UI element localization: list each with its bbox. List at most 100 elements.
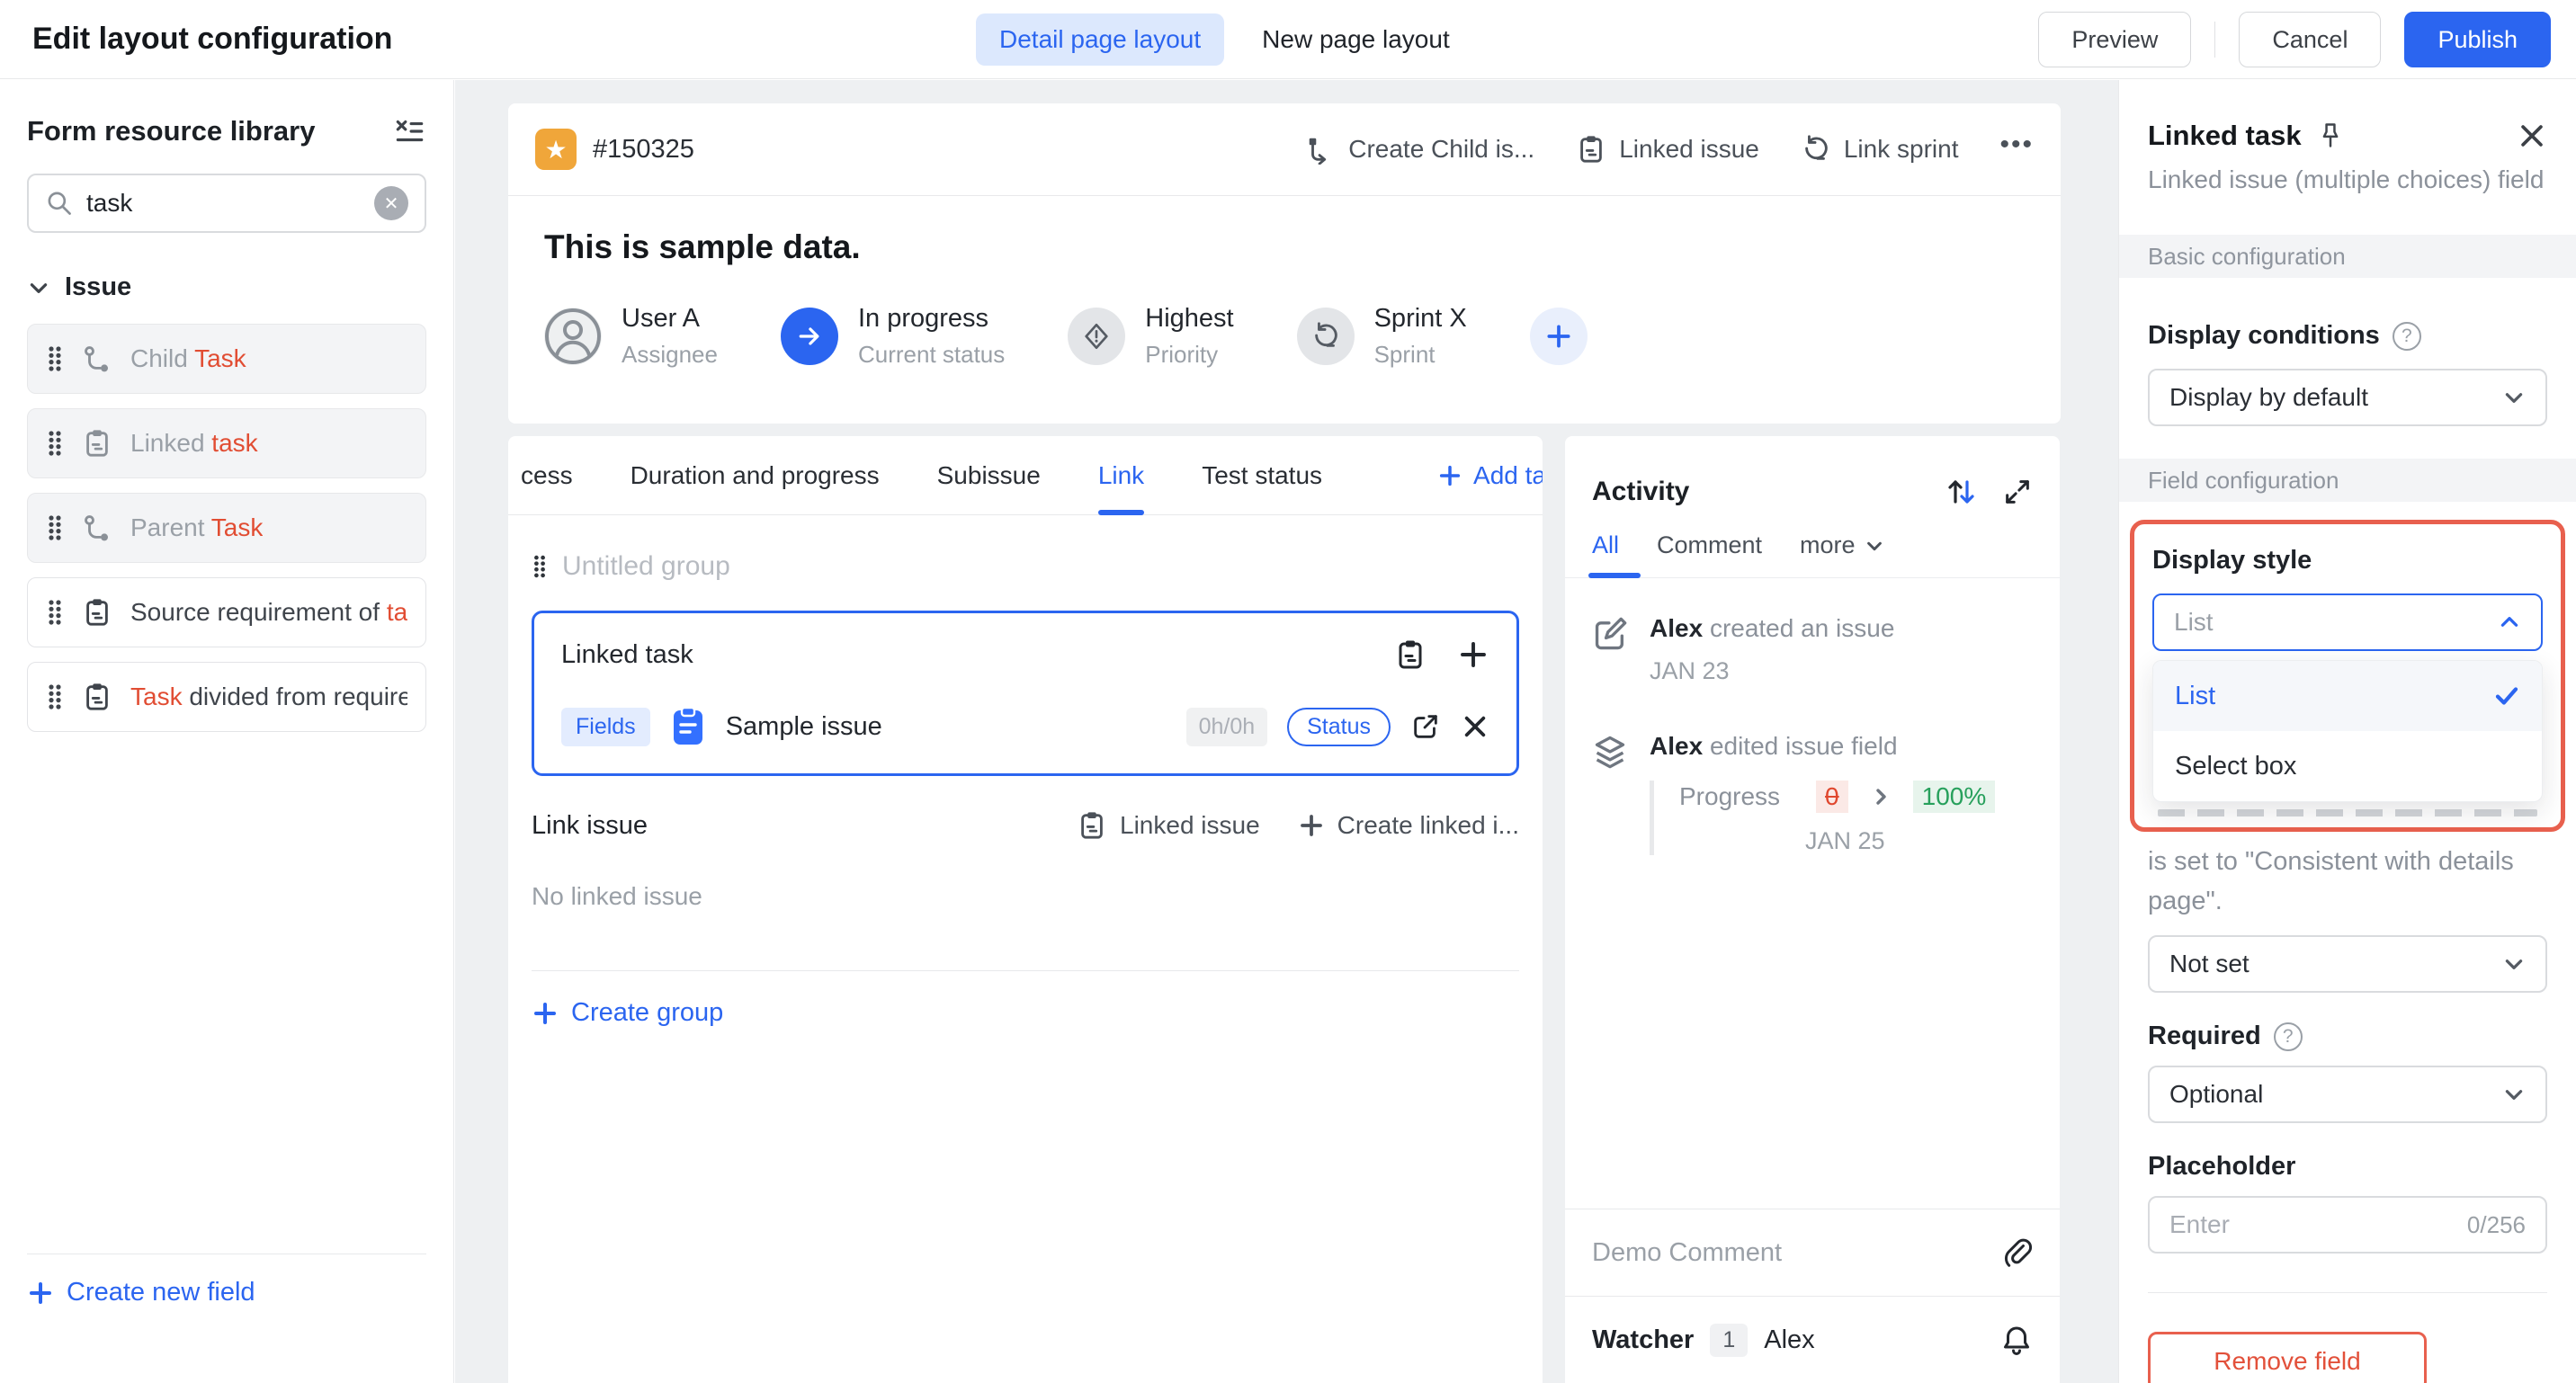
linked-issue-button[interactable]: Linked issue — [1576, 134, 1759, 165]
not-set-select[interactable]: Not set — [2148, 935, 2547, 993]
linked-issue-button[interactable]: Linked issue — [1077, 810, 1260, 841]
consistency-hint-text: is set to "Consistent with details page"… — [2148, 847, 2514, 915]
library-item-task-divided[interactable]: Task divided from require... — [27, 662, 426, 732]
linked-issue-icon[interactable] — [1394, 638, 1427, 671]
drag-handle-icon[interactable] — [46, 598, 64, 627]
add-field-button[interactable] — [1529, 308, 1588, 365]
page-title: Edit layout configuration — [32, 22, 393, 56]
tab-more[interactable]: more — [1800, 531, 1884, 559]
activity-user[interactable]: Alex — [1650, 614, 1703, 642]
status-pill[interactable]: Status — [1287, 707, 1391, 746]
form-layout-panel: cess Duration and progress Subissue Link… — [508, 436, 1543, 1383]
display-conditions-select[interactable]: Display by default — [2148, 369, 2547, 426]
issue-fields-row: User A Assignee In progress Current stat… — [544, 304, 2025, 369]
obscured-text-fragment — [2158, 809, 2537, 816]
drag-handle-icon[interactable] — [46, 683, 64, 711]
group-name[interactable]: Untitled group — [562, 551, 730, 582]
library-item-parent-task[interactable]: Parent Task — [27, 493, 426, 563]
open-in-new-icon[interactable] — [1410, 711, 1441, 742]
drag-handle-icon[interactable] — [46, 513, 64, 542]
tab-link[interactable]: Link — [1097, 436, 1145, 515]
attachment-icon[interactable] — [2000, 1236, 2033, 1269]
tab-duration-progress[interactable]: Duration and progress — [631, 436, 880, 515]
tab-all[interactable]: All — [1588, 531, 1641, 578]
library-item-child-task[interactable]: Child Task — [27, 324, 426, 394]
plus-icon[interactable] — [1457, 638, 1489, 671]
tab-new-page-layout[interactable]: New page layout — [1239, 13, 1473, 66]
sprint-icon — [1296, 308, 1355, 365]
watcher-name[interactable]: Alex — [1764, 1325, 1814, 1355]
library-item-source-requirement[interactable]: Source requirement of task — [27, 577, 426, 647]
char-counter: 0/256 — [2466, 1210, 2526, 1238]
pin-icon[interactable] — [2316, 121, 2345, 150]
help-icon[interactable]: ? — [2392, 321, 2421, 351]
drag-handle-icon[interactable] — [532, 553, 548, 580]
sample-issue-name[interactable]: Sample issue — [726, 712, 882, 742]
close-icon[interactable] — [2517, 120, 2547, 151]
plus-icon — [1547, 325, 1570, 348]
watcher-count-badge: 1 — [1710, 1323, 1749, 1357]
display-style-label: Display style — [2152, 546, 2312, 575]
issue-id: #150325 — [593, 134, 694, 164]
config-field-subtitle: Linked issue (multiple choices) field — [2148, 165, 2545, 193]
library-item-label: Linked task — [130, 429, 258, 457]
section-basic-configuration: Basic configuration — [2119, 235, 2576, 278]
activity-user[interactable]: Alex — [1650, 732, 1703, 760]
tab-comment[interactable]: Comment — [1657, 531, 1762, 559]
divider — [532, 970, 1519, 971]
required-select[interactable]: Optional — [2148, 1066, 2547, 1123]
bell-icon[interactable] — [2000, 1324, 2033, 1356]
issue-card-header: ★ #150325 Create Child is... Linked issu… — [508, 103, 2061, 196]
sprint-field[interactable]: Sprint X Sprint — [1296, 304, 1467, 369]
display-style-select[interactable]: List — [2152, 593, 2543, 651]
placeholder-input[interactable] — [2169, 1210, 2456, 1239]
search-input[interactable] — [86, 189, 362, 218]
collapse-library-icon[interactable] — [392, 114, 426, 148]
activity-date: JAN 25 — [1805, 827, 1885, 854]
create-linked-issue-button[interactable]: Create linked i... — [1298, 811, 1519, 840]
option-list[interactable]: List — [2153, 661, 2542, 731]
publish-button[interactable]: Publish — [2404, 12, 2551, 67]
activity-action: edited issue field — [1709, 732, 1898, 760]
drag-handle-icon[interactable] — [46, 344, 64, 373]
status-field[interactable]: In progress Current status — [780, 304, 1005, 369]
linked-issue-icon — [82, 597, 112, 628]
add-tab-button[interactable]: Add tab — [1437, 461, 1543, 490]
more-actions-icon[interactable]: ••• — [1999, 131, 2034, 167]
remove-field-x-icon[interactable] — [1461, 712, 1489, 741]
create-new-field-button[interactable]: Create new field — [27, 1278, 426, 1307]
required-label: Required — [2148, 1022, 2261, 1050]
chevron-down-icon — [2502, 952, 2526, 976]
linked-issue-icon — [82, 428, 112, 459]
tab-test-status[interactable]: Test status — [1202, 436, 1322, 515]
link-sprint-button[interactable]: Link sprint — [1801, 134, 1958, 165]
linked-task-field-card-selected[interactable]: Linked task Fields Sample issue 0h/0h St… — [532, 611, 1519, 776]
remove-field-button[interactable]: Remove field — [2148, 1332, 2427, 1383]
create-group-button[interactable]: Create group — [532, 998, 1519, 1028]
clear-search-icon[interactable]: ✕ — [374, 186, 408, 220]
preview-button[interactable]: Preview — [2038, 12, 2192, 67]
option-select-box[interactable]: Select box — [2153, 731, 2542, 801]
drag-handle-icon[interactable] — [46, 429, 64, 458]
priority-field[interactable]: Highest Priority — [1068, 304, 1234, 369]
sidebar-footer: Create new field — [27, 1254, 426, 1307]
cancel-button[interactable]: Cancel — [2239, 12, 2382, 67]
layers-icon — [1592, 734, 1628, 855]
library-search-box[interactable]: ✕ — [27, 174, 426, 233]
subtask-icon — [82, 344, 112, 374]
comment-input[interactable] — [1592, 1237, 2000, 1268]
expand-icon[interactable] — [2002, 477, 2033, 507]
assignee-field[interactable]: User A Assignee — [544, 304, 718, 369]
layout-preview-area: ★ #150325 Create Child is... Linked issu… — [455, 80, 2118, 1383]
help-icon[interactable]: ? — [2273, 1022, 2303, 1051]
field-config-panel: Linked task Linked issue (multiple choic… — [2118, 80, 2576, 1383]
tab-detail-page-layout[interactable]: Detail page layout — [976, 13, 1225, 66]
library-item-linked-task[interactable]: Linked task — [27, 408, 426, 478]
tab-truncated[interactable]: cess — [521, 436, 573, 515]
create-child-issue-button[interactable]: Create Child is... — [1305, 134, 1534, 165]
tab-subissue[interactable]: Subissue — [937, 436, 1041, 515]
link-issue-section-header: Link issue Linked issue Create linked i.… — [532, 810, 1519, 841]
sort-order-icon[interactable] — [1945, 476, 1977, 508]
fields-badge: Fields — [561, 707, 650, 746]
issue-group-toggle[interactable]: Issue — [27, 272, 426, 302]
